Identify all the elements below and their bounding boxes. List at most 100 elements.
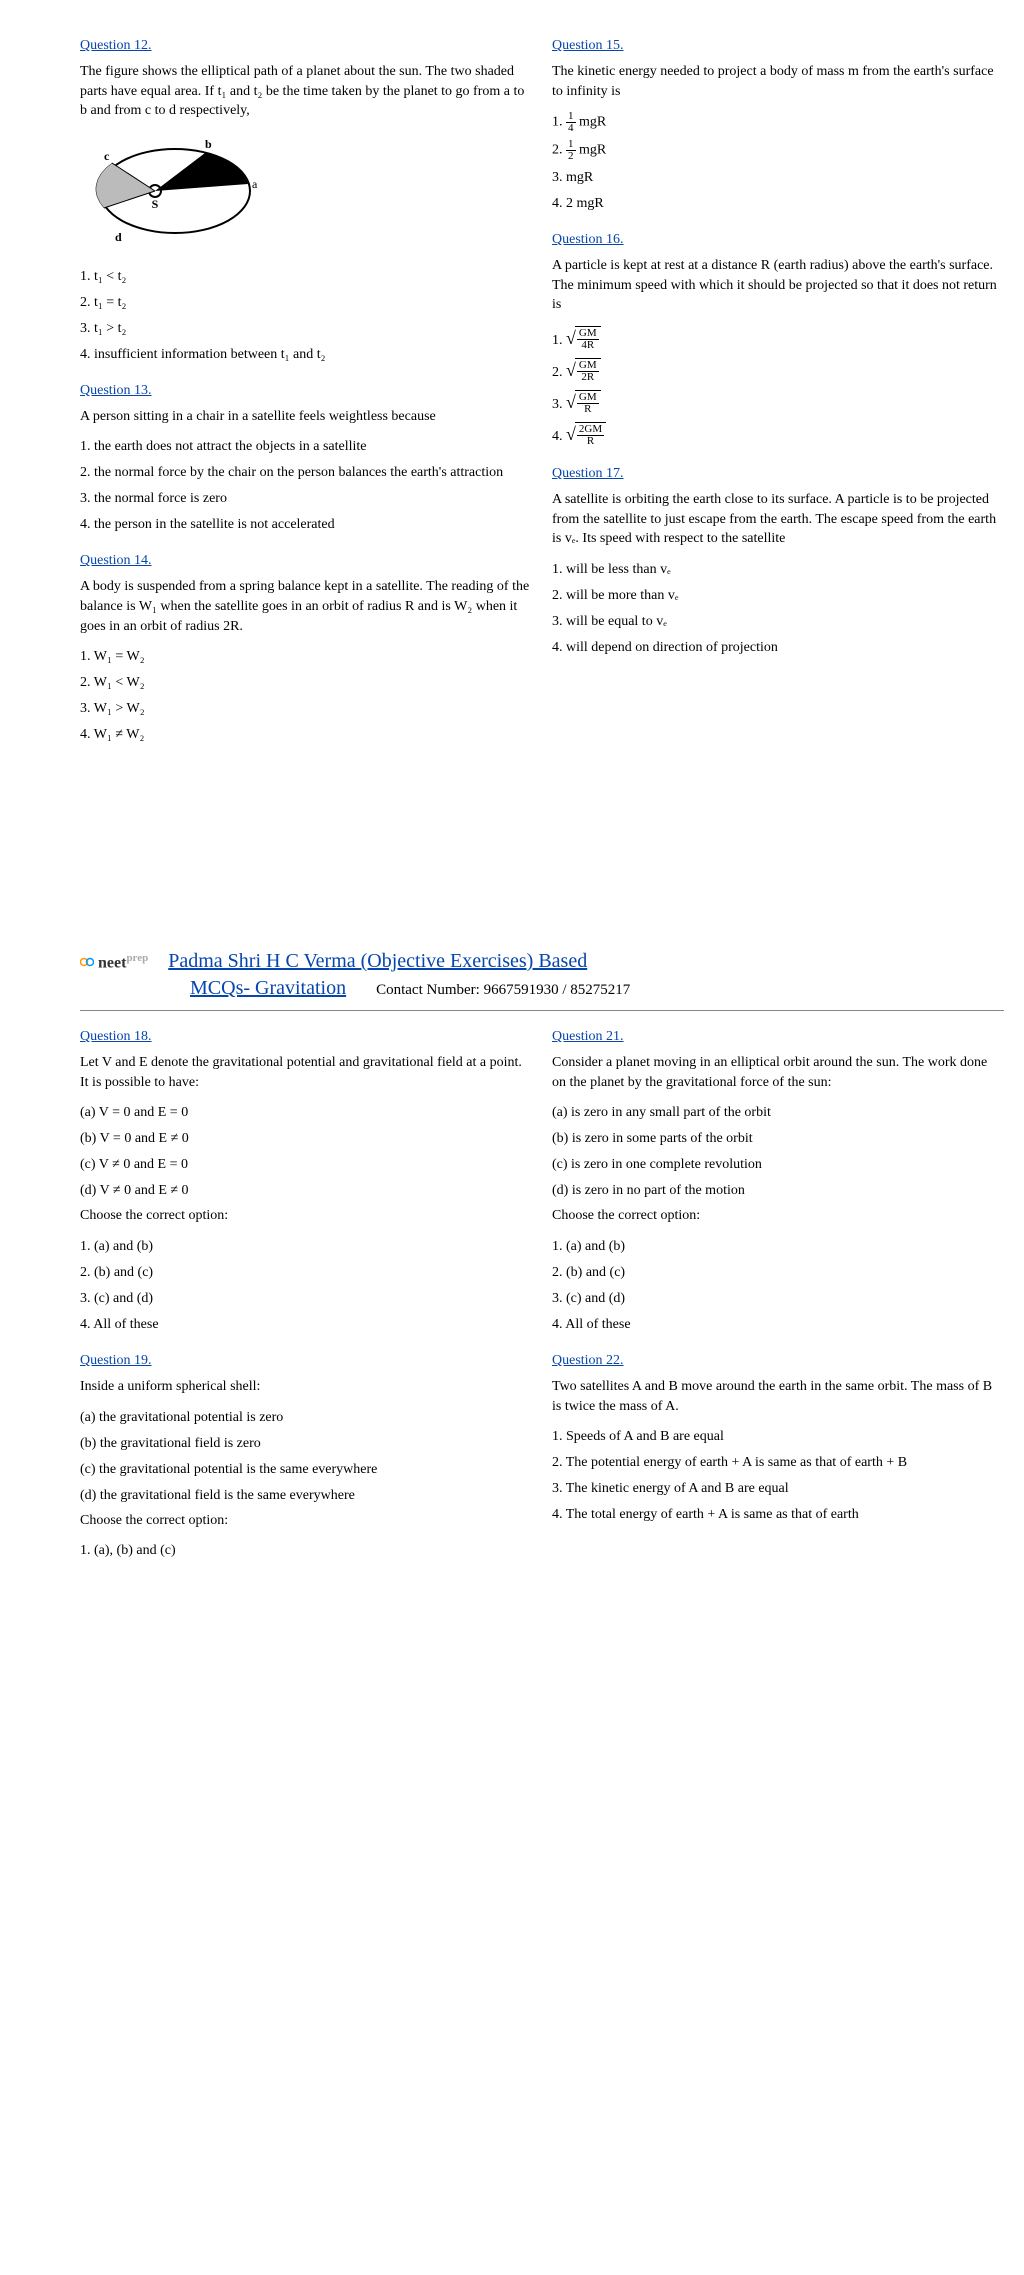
q21-opt2: 2. (b) and (c) [552, 1262, 1004, 1283]
q21-sub-c: (c) is zero in one complete revolution [552, 1154, 1004, 1175]
q22-opt1: 1. Speeds of A and B are equal [552, 1426, 1004, 1447]
q14-options: 1. W₁ = W₂ 2. W₁ < W₂ 3. W₁ > W₂ 4. W₁ ≠… [80, 646, 532, 745]
q15-opt1: 1. 14 mgR [552, 111, 1004, 134]
q19-sub-a: (a) the gravitational potential is zero [80, 1407, 532, 1428]
q18-sub-d: (d) V ≠ 0 and E ≠ 0 [80, 1180, 532, 1201]
q21-options: 1. (a) and (b) 2. (b) and (c) 3. (c) and… [552, 1236, 1004, 1335]
question-16: Question 16. A particle is kept at rest … [552, 232, 1004, 448]
q12-options: 1. t₁ < t₂ 2. t₁ = t₂ 3. t₁ > t₂ 4. insu… [80, 266, 532, 365]
q16-options: 1. GM4R 2. GM2R 3. GMR 4. 2GMR [552, 325, 1004, 448]
q19-sub-b: (b) the gravitational field is zero [80, 1433, 532, 1454]
q16-opt3: 3. GMR [552, 389, 1004, 416]
q21-sub-a: (a) is zero in any small part of the orb… [552, 1102, 1004, 1123]
right-column-2: Question 21. Consider a planet moving in… [552, 1011, 1004, 1566]
q13-opt4: 4. the person in the satellite is not ac… [80, 514, 532, 535]
q12-title[interactable]: Question 12. [80, 38, 532, 54]
q15-opt4: 4. 2 mgR [552, 193, 1004, 214]
svg-text:S: S [152, 197, 159, 211]
q15-title[interactable]: Question 15. [552, 38, 1004, 54]
q13-title[interactable]: Question 13. [80, 383, 532, 399]
q16-title[interactable]: Question 16. [552, 232, 1004, 248]
logo-icon [80, 955, 94, 969]
q22-options: 1. Speeds of A and B are equal 2. The po… [552, 1426, 1004, 1525]
q17-opt4: 4. will depend on direction of projectio… [552, 637, 1004, 658]
q21-subs: (a) is zero in any small part of the orb… [552, 1102, 1004, 1201]
svg-text:b: b [205, 137, 212, 151]
q12-opt3: 3. t₁ > t₂ [80, 318, 532, 339]
left-column-1: Question 12. The figure shows the ellipt… [80, 20, 532, 750]
contact-number: Contact Number: 9667591930 / 85275217 [376, 982, 630, 999]
q19-subs: (a) the gravitational potential is zero … [80, 1407, 532, 1506]
q15-opt2: 2. 12 mgR [552, 139, 1004, 162]
q21-title[interactable]: Question 21. [552, 1029, 1004, 1045]
q14-opt4: 4. W₁ ≠ W₂ [80, 724, 532, 745]
q14-text: A body is suspended from a spring balanc… [80, 577, 532, 636]
q14-title[interactable]: Question 14. [80, 553, 532, 569]
q13-opt2: 2. the normal force by the chair on the … [80, 462, 532, 483]
q13-opt3: 3. the normal force is zero [80, 488, 532, 509]
page2-header: neetprep Padma Shri H C Verma (Objective… [80, 950, 1004, 1011]
q21-sub-d: (d) is zero in no part of the motion [552, 1180, 1004, 1201]
q21-opt4: 4. All of these [552, 1314, 1004, 1335]
q15-options: 1. 14 mgR 2. 12 mgR 3. mgR 4. 2 mgR [552, 111, 1004, 214]
q16-text: A particle is kept at rest at a distance… [552, 256, 1004, 315]
svg-text:c: c [104, 149, 110, 163]
q17-opt3: 3. will be equal to vₑ [552, 611, 1004, 632]
question-13: Question 13. A person sitting in a chair… [80, 383, 532, 536]
page2-columns: Question 18. Let V and E denote the grav… [80, 1011, 1004, 1566]
question-12: Question 12. The figure shows the ellipt… [80, 38, 532, 365]
q21-opt1: 1. (a) and (b) [552, 1236, 1004, 1257]
q18-subs: (a) V = 0 and E = 0 (b) V = 0 and E ≠ 0 … [80, 1102, 532, 1201]
q18-options: 1. (a) and (b) 2. (b) and (c) 3. (c) and… [80, 1236, 532, 1335]
q18-opt4: 4. All of these [80, 1314, 532, 1335]
question-14: Question 14. A body is suspended from a … [80, 553, 532, 745]
q19-options: 1. (a), (b) and (c) [80, 1540, 532, 1561]
q12-opt2: 2. t₁ = t₂ [80, 292, 532, 313]
q14-opt1: 1. W₁ = W₂ [80, 646, 532, 667]
q18-sub-a: (a) V = 0 and E = 0 [80, 1102, 532, 1123]
q19-sub-c: (c) the gravitational potential is the s… [80, 1459, 532, 1480]
q19-opt1: 1. (a), (b) and (c) [80, 1540, 532, 1561]
right-column-1: Question 15. The kinetic energy needed t… [552, 20, 1004, 750]
q16-opt2: 2. GM2R [552, 357, 1004, 384]
q19-title[interactable]: Question 19. [80, 1353, 532, 1369]
question-22: Question 22. Two satellites A and B move… [552, 1353, 1004, 1525]
q12-text: The figure shows the elliptical path of … [80, 62, 532, 121]
chapter-title-link[interactable]: Padma Shri H C Verma (Objective Exercise… [168, 950, 587, 973]
q18-opt2: 2. (b) and (c) [80, 1262, 532, 1283]
q19-sub-d: (d) the gravitational field is the same … [80, 1485, 532, 1506]
q13-text: A person sitting in a chair in a satelli… [80, 407, 532, 427]
q17-text: A satellite is orbiting the earth close … [552, 490, 1004, 549]
q18-sub-c: (c) V ≠ 0 and E = 0 [80, 1154, 532, 1175]
q18-sub-b: (b) V = 0 and E ≠ 0 [80, 1128, 532, 1149]
q21-choose: Choose the correct option: [552, 1206, 1004, 1226]
question-18: Question 18. Let V and E denote the grav… [80, 1029, 532, 1335]
ellipse-figure: S a b c d [90, 136, 532, 251]
q22-opt4: 4. The total energy of earth + A is same… [552, 1504, 1004, 1525]
q21-text: Consider a planet moving in an elliptica… [552, 1053, 1004, 1092]
q17-title[interactable]: Question 17. [552, 466, 1004, 482]
q22-text: Two satellites A and B move around the e… [552, 1377, 1004, 1416]
q12-opt1: 1. t₁ < t₂ [80, 266, 532, 287]
page-break [80, 750, 1004, 950]
page1-columns: Question 12. The figure shows the ellipt… [80, 20, 1004, 750]
q18-title[interactable]: Question 18. [80, 1029, 532, 1045]
q12-opt4: 4. insufficient information between t₁ a… [80, 344, 532, 365]
left-column-2: Question 18. Let V and E denote the grav… [80, 1011, 532, 1566]
q14-opt2: 2. W₁ < W₂ [80, 672, 532, 693]
q14-opt3: 3. W₁ > W₂ [80, 698, 532, 719]
q13-opt1: 1. the earth does not attract the object… [80, 436, 532, 457]
mcq-subtitle-link[interactable]: MCQs- Gravitation [190, 977, 346, 1000]
q22-title[interactable]: Question 22. [552, 1353, 1004, 1369]
svg-text:a: a [252, 177, 258, 191]
svg-text:d: d [115, 230, 122, 244]
q17-opt1: 1. will be less than vₑ [552, 559, 1004, 580]
question-21: Question 21. Consider a planet moving in… [552, 1029, 1004, 1335]
q18-opt1: 1. (a) and (b) [80, 1236, 532, 1257]
orbit-svg: S a b c d [90, 136, 260, 246]
q16-opt1: 1. GM4R [552, 325, 1004, 352]
q17-options: 1. will be less than vₑ 2. will be more … [552, 559, 1004, 658]
q16-opt4: 4. 2GMR [552, 421, 1004, 448]
q17-opt2: 2. will be more than vₑ [552, 585, 1004, 606]
q22-opt2: 2. The potential energy of earth + A is … [552, 1452, 1004, 1473]
